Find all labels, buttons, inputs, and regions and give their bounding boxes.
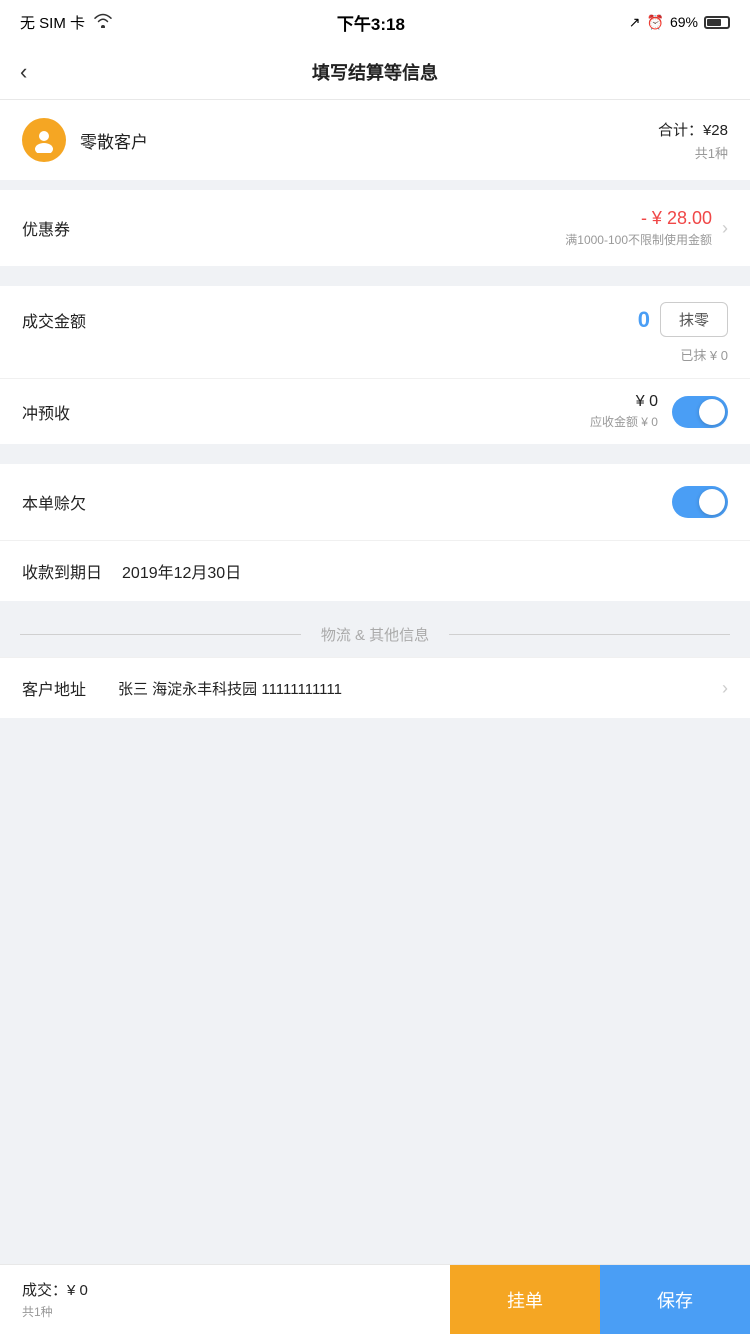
logistics-label: 物流 & 其他信息 — [321, 624, 429, 645]
nav-bar: ‹ 填写结算等信息 — [0, 44, 750, 100]
address-section[interactable]: 客户地址 张三 海淀永丰科技园 11111111111 › — [0, 657, 750, 718]
transaction-value: 0 — [638, 307, 650, 333]
battery-icon — [704, 16, 730, 29]
save-button[interactable]: 保存 — [600, 1265, 750, 1334]
status-time: 下午3:18 — [337, 10, 405, 35]
back-button[interactable]: ‹ — [20, 61, 27, 83]
address-value: 张三 海淀永丰科技园 11111111111 — [118, 678, 722, 699]
page-title: 填写结算等信息 — [312, 59, 438, 85]
content-spacer — [0, 728, 750, 928]
duedate-row: 收款到期日 2019年12月30日 — [0, 540, 750, 601]
customer-section: 零散客户 合计：¥28 共1种 — [0, 100, 750, 180]
round-button[interactable]: 抹零 — [660, 302, 728, 337]
coupon-info: - ¥ 28.00 满1000-100不限制使用金额 — [565, 208, 712, 248]
transaction-section: 成交金额 0 抹零 已抹 ¥ 0 冲预收 ¥ 0 应收金额 ¥ 0 — [0, 286, 750, 444]
debt-section: 本单赊欠 收款到期日 2019年12月30日 — [0, 464, 750, 601]
bottom-deal-amount: 成交：¥ 0 — [22, 1279, 428, 1300]
bottom-info: 成交：¥ 0 共1种 — [0, 1265, 450, 1334]
prepay-amounts: ¥ 0 应收金额 ¥ 0 — [590, 393, 658, 430]
prepay-right: ¥ 0 应收金额 ¥ 0 — [590, 393, 728, 430]
debt-toggle[interactable] — [672, 486, 728, 518]
prepay-label: 冲预收 — [22, 400, 102, 424]
debt-label: 本单赊欠 — [22, 490, 102, 514]
status-left: 无 SIM 卡 — [20, 12, 113, 33]
customer-total: 合计：¥28 — [658, 119, 728, 140]
prepay-main-amount: ¥ 0 — [590, 393, 658, 411]
transaction-amount-row: 成交金额 0 抹零 — [0, 286, 750, 345]
battery-percent: 69% — [670, 14, 698, 30]
wifi-icon — [93, 13, 113, 32]
prepay-toggle[interactable] — [672, 396, 728, 428]
transaction-right: 0 抹零 — [638, 302, 728, 337]
bottom-bar: 成交：¥ 0 共1种 挂单 保存 — [0, 1264, 750, 1334]
bottom-deal-value: ¥ 0 — [67, 1282, 88, 1299]
chevron-right-icon: › — [722, 218, 728, 239]
transaction-label: 成交金额 — [22, 308, 102, 332]
customer-right: 合计：¥28 共1种 — [658, 119, 728, 162]
coupon-description: 满1000-100不限制使用金额 — [565, 231, 712, 248]
bottom-count: 共1种 — [22, 1303, 428, 1320]
address-chevron-icon: › — [722, 678, 728, 699]
address-label: 客户地址 — [22, 676, 102, 700]
alarm-icon: ⏰ — [647, 14, 664, 31]
logistics-divider-left — [20, 634, 301, 635]
already-rounded-text: 已抹 ¥ 0 — [0, 345, 750, 378]
section-divider-1 — [0, 276, 750, 286]
coupon-label: 优惠券 — [22, 216, 102, 240]
logistics-header: 物流 & 其他信息 — [0, 611, 750, 657]
coupon-amount: - ¥ 28.00 — [565, 208, 712, 229]
section-divider-2 — [0, 454, 750, 464]
status-right: ↗ ⏰ 69% — [629, 14, 730, 31]
prepay-sub-amount: 应收金额 ¥ 0 — [590, 413, 658, 430]
status-bar: 无 SIM 卡 下午3:18 ↗ ⏰ 69% — [0, 0, 750, 44]
logistics-divider-right — [449, 634, 730, 635]
coupon-section[interactable]: 优惠券 - ¥ 28.00 满1000-100不限制使用金额 › — [0, 190, 750, 266]
coupon-right: - ¥ 28.00 满1000-100不限制使用金额 › — [565, 208, 728, 248]
customer-left: 零散客户 — [22, 118, 148, 162]
no-sim-text: 无 SIM 卡 — [20, 12, 85, 33]
address-row[interactable]: 客户地址 张三 海淀永丰科技园 11111111111 › — [0, 657, 750, 718]
customer-count: 共1种 — [658, 143, 728, 162]
prepay-row: 冲预收 ¥ 0 应收金额 ¥ 0 — [0, 378, 750, 444]
coupon-row[interactable]: 优惠券 - ¥ 28.00 满1000-100不限制使用金额 › — [0, 190, 750, 266]
duedate-value: 2019年12月30日 — [122, 559, 241, 583]
location-icon: ↗ — [629, 14, 641, 31]
customer-row: 零散客户 合计：¥28 共1种 — [0, 100, 750, 180]
customer-name: 零散客户 — [80, 128, 148, 153]
avatar — [22, 118, 66, 162]
duedate-label: 收款到期日 — [22, 559, 102, 583]
bottom-deal-label: 成交： — [22, 1282, 67, 1299]
pending-button[interactable]: 挂单 — [450, 1265, 600, 1334]
debt-row: 本单赊欠 — [0, 464, 750, 540]
